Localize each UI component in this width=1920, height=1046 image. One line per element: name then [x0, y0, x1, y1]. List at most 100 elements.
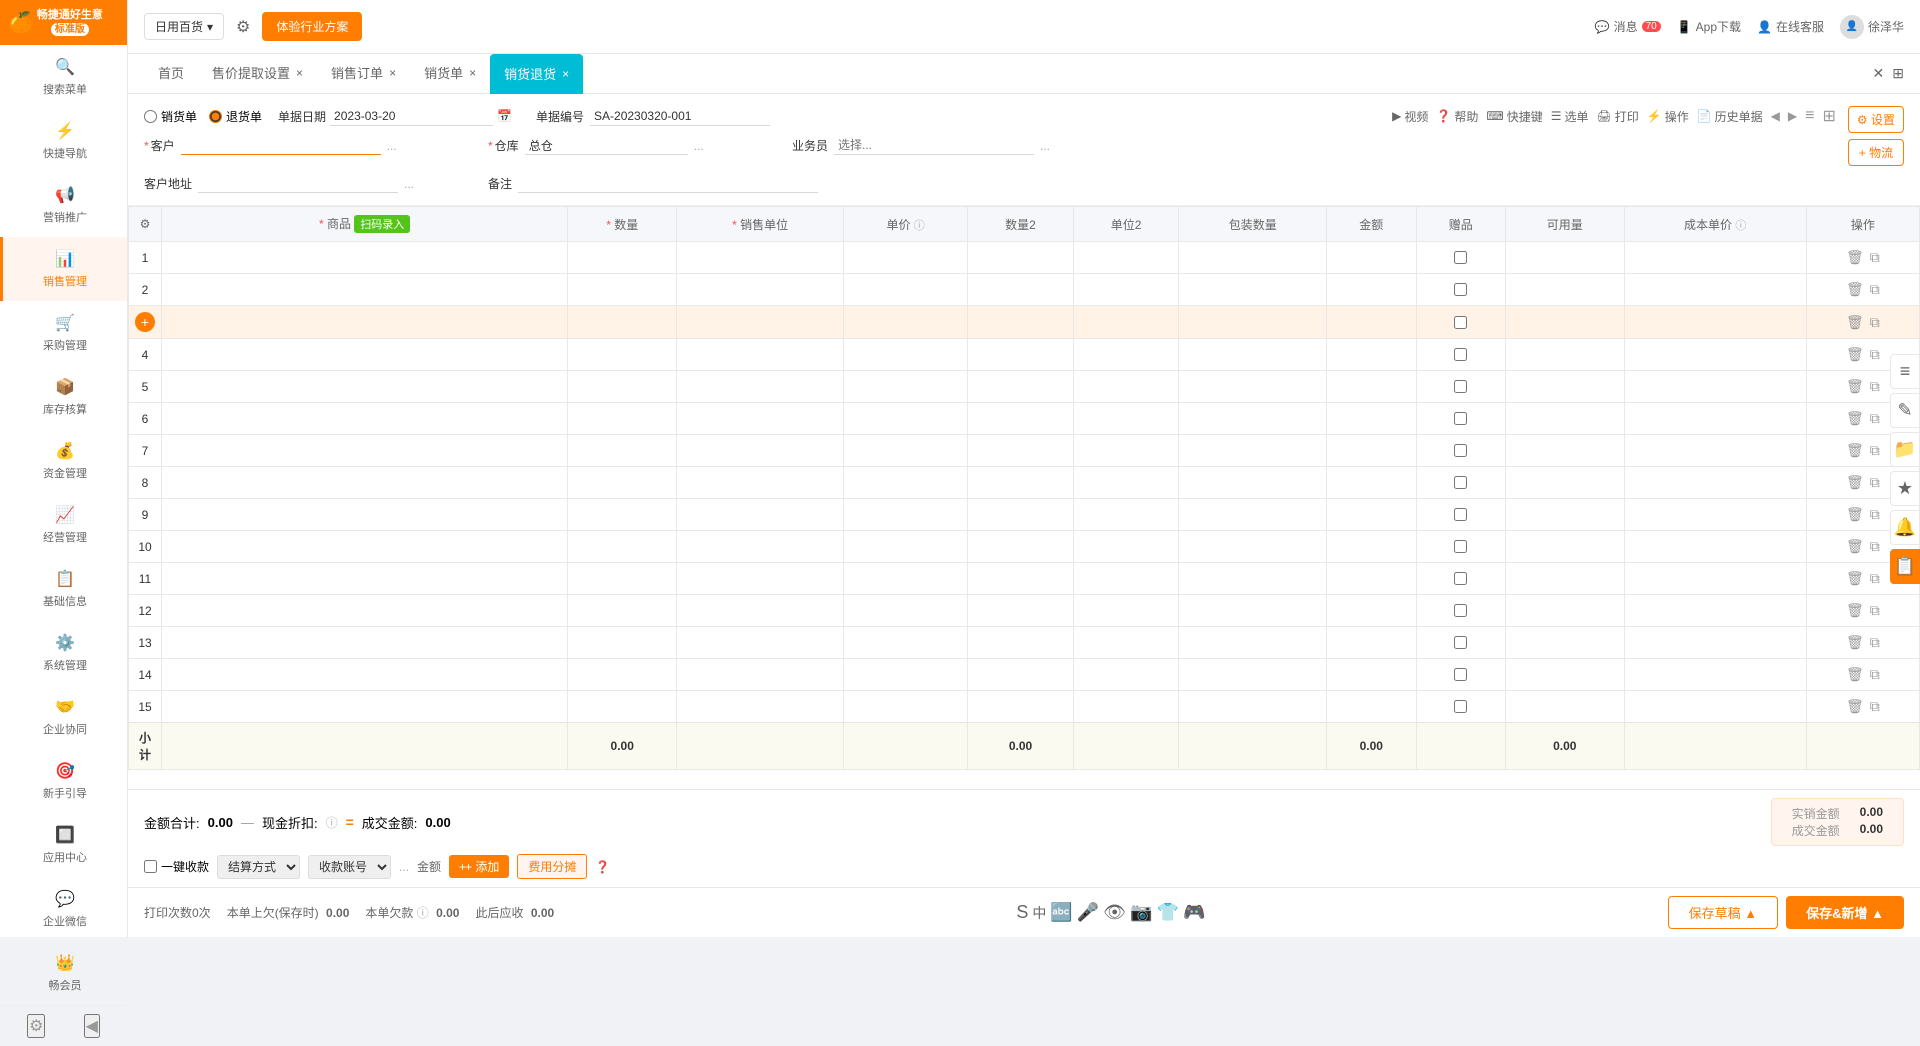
unit-cell-5[interactable]: [677, 371, 844, 403]
available-cell-1[interactable]: [1506, 242, 1625, 274]
product-input-3[interactable]: [168, 315, 561, 329]
quick-action-2[interactable]: ✎: [1890, 393, 1920, 428]
price-cell-11[interactable]: [844, 563, 968, 595]
gift-checkbox-13[interactable]: [1454, 636, 1467, 649]
sidebar-item-wechat[interactable]: 💬 企业微信: [0, 877, 127, 941]
price-cell-12[interactable]: [844, 595, 968, 627]
available-cell-12[interactable]: [1506, 595, 1625, 627]
tool-icon-4[interactable]: 🎤: [1077, 902, 1099, 923]
unit-cell-3[interactable]: [677, 306, 844, 339]
add-payment-button[interactable]: + + 添加: [449, 855, 509, 878]
unit2-cell-5[interactable]: [1073, 371, 1179, 403]
qty2-cell-4[interactable]: [968, 339, 1074, 371]
price-cell-14[interactable]: [844, 659, 968, 691]
pack-qty-cell-7[interactable]: [1179, 435, 1327, 467]
experience-button[interactable]: 体验行业方案: [262, 12, 362, 41]
available-cell-10[interactable]: [1506, 531, 1625, 563]
delete-icon-9[interactable]: 🗑: [1846, 506, 1864, 523]
tab-sale-price[interactable]: 售价提取设置 ×: [198, 54, 317, 94]
salesperson-dots[interactable]: ...: [1040, 139, 1050, 153]
cost-price-cell-12[interactable]: [1624, 595, 1806, 627]
sidebar-item-purchase[interactable]: 🛒 采购管理: [0, 301, 127, 365]
warehouse-input[interactable]: [525, 136, 688, 155]
sidebar-item-guide[interactable]: 🎯 新手引导: [0, 749, 127, 813]
unit2-cell-12[interactable]: [1073, 595, 1179, 627]
unit2-cell-2[interactable]: [1073, 274, 1179, 306]
gift-cell-3[interactable]: [1416, 306, 1506, 339]
price-cell-7[interactable]: [844, 435, 968, 467]
delete-icon-8[interactable]: 🗑: [1846, 474, 1864, 491]
amount-cell-9[interactable]: [1327, 499, 1417, 531]
qty-cell-4[interactable]: [568, 339, 677, 371]
available-cell-7[interactable]: [1506, 435, 1625, 467]
unit-cell-15[interactable]: [677, 691, 844, 723]
view-toggle-list[interactable]: ≡: [1805, 107, 1814, 125]
qty-cell-9[interactable]: [568, 499, 677, 531]
gift-checkbox-3[interactable]: [1454, 316, 1467, 329]
gift-cell-4[interactable]: [1416, 339, 1506, 371]
product-cell-9[interactable]: [162, 499, 568, 531]
unit-cell-14[interactable]: [677, 659, 844, 691]
amount-cell-3[interactable]: [1327, 306, 1417, 339]
tab-close-sale-price[interactable]: ×: [296, 66, 303, 80]
unit-cell-2[interactable]: [677, 274, 844, 306]
product-cell-4[interactable]: [162, 339, 568, 371]
topbar-gear-icon[interactable]: ⚙: [232, 13, 254, 41]
video-btn[interactable]: ▶ 视频: [1392, 108, 1428, 125]
sidebar-item-appstore[interactable]: 🔲 应用中心: [0, 813, 127, 877]
delete-icon-11[interactable]: 🗑: [1846, 570, 1864, 587]
delete-icon-3[interactable]: 🗑: [1846, 314, 1864, 331]
quick-action-3[interactable]: 📁: [1890, 432, 1920, 467]
copy-icon-10[interactable]: ⧉: [1870, 538, 1880, 555]
debt-info-icon[interactable]: ⓘ: [417, 906, 429, 920]
qty2-cell-13[interactable]: [968, 627, 1074, 659]
remark-input[interactable]: [518, 174, 818, 193]
cost-price-cell-10[interactable]: [1624, 531, 1806, 563]
unit2-cell-8[interactable]: [1073, 467, 1179, 499]
price-cell-5[interactable]: [844, 371, 968, 403]
unit2-cell-14[interactable]: [1073, 659, 1179, 691]
sidebar-item-enterprise[interactable]: 🤝 企业协同: [0, 685, 127, 749]
tool-icon-6[interactable]: 📷: [1130, 902, 1152, 923]
qty-cell-14[interactable]: [568, 659, 677, 691]
gift-cell-10[interactable]: [1416, 531, 1506, 563]
gift-checkbox-4[interactable]: [1454, 348, 1467, 361]
copy-icon-12[interactable]: ⧉: [1870, 602, 1880, 619]
cost-price-cell-15[interactable]: [1624, 691, 1806, 723]
address-input[interactable]: [198, 174, 398, 193]
pack-qty-cell-1[interactable]: [1179, 242, 1327, 274]
amount-cell-15[interactable]: [1327, 691, 1417, 723]
copy-icon-13[interactable]: ⧉: [1870, 634, 1880, 651]
copy-icon-9[interactable]: ⧉: [1870, 506, 1880, 523]
product-cell-14[interactable]: [162, 659, 568, 691]
available-cell-11[interactable]: [1506, 563, 1625, 595]
pack-qty-cell-9[interactable]: [1179, 499, 1327, 531]
cost-price-cell-5[interactable]: [1624, 371, 1806, 403]
pack-qty-cell-5[interactable]: [1179, 371, 1327, 403]
unit2-cell-10[interactable]: [1073, 531, 1179, 563]
tab-sale-order[interactable]: 销售订单 ×: [317, 54, 410, 94]
sidebar-item-base[interactable]: 📋 基础信息: [0, 557, 127, 621]
price-cell-9[interactable]: [844, 499, 968, 531]
unit-cell-4[interactable]: [677, 339, 844, 371]
amount-cell-6[interactable]: [1327, 403, 1417, 435]
qty-cell-12[interactable]: [568, 595, 677, 627]
copy-icon-1[interactable]: ⧉: [1870, 249, 1880, 266]
select-btn[interactable]: ☰ 选单: [1551, 108, 1589, 125]
available-cell-15[interactable]: [1506, 691, 1625, 723]
product-cell-10[interactable]: [162, 531, 568, 563]
unit2-cell-6[interactable]: [1073, 403, 1179, 435]
cost-price-cell-2[interactable]: [1624, 274, 1806, 306]
cash-discount-info-icon[interactable]: ⓘ: [326, 814, 338, 831]
fee-help-icon[interactable]: ❓: [595, 860, 610, 874]
amount-cell-13[interactable]: [1327, 627, 1417, 659]
logistics-side-button[interactable]: + 物流: [1848, 139, 1904, 166]
delete-icon-14[interactable]: 🗑: [1846, 666, 1864, 683]
tool-icon-8[interactable]: 🎮: [1183, 902, 1205, 923]
price-cell-1[interactable]: [844, 242, 968, 274]
history-nav-next[interactable]: ▶: [1788, 109, 1797, 123]
add-row-button[interactable]: +: [135, 312, 155, 332]
delete-icon-12[interactable]: 🗑: [1846, 602, 1864, 619]
qty2-cell-6[interactable]: [968, 403, 1074, 435]
tool-icon-5[interactable]: 👁: [1103, 902, 1126, 923]
